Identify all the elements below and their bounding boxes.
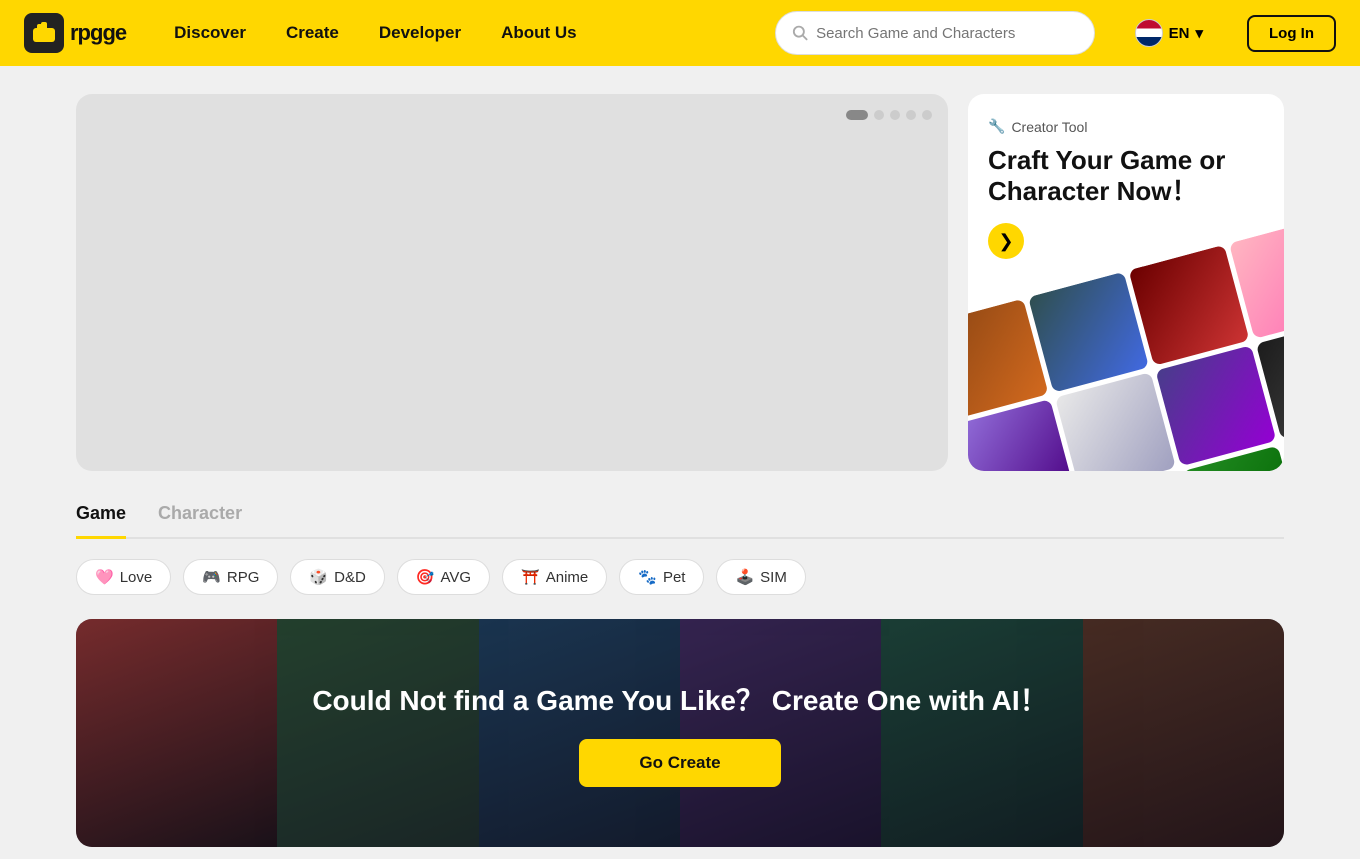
logo-icon bbox=[24, 13, 64, 53]
love-icon: 🩷 bbox=[95, 568, 114, 586]
tabs: Game Character bbox=[76, 503, 1284, 539]
creator-card: 🔧 Creator Tool Craft Your Game or Charac… bbox=[968, 94, 1284, 471]
carousel-dot-2[interactable] bbox=[874, 110, 884, 120]
nav-about[interactable]: About Us bbox=[501, 23, 577, 43]
logo[interactable]: rpgge bbox=[24, 13, 126, 53]
chip-avg[interactable]: 🎯 AVG bbox=[397, 559, 490, 595]
lang-selector[interactable]: EN ▾ bbox=[1135, 19, 1203, 47]
chip-label: Pet bbox=[663, 569, 686, 586]
navbar: rpgge Discover Create Developer About Us… bbox=[0, 0, 1360, 66]
chevron-down-icon: ▾ bbox=[1195, 24, 1203, 42]
creator-tool-label: 🔧 Creator Tool bbox=[988, 118, 1264, 135]
nav-discover[interactable]: Discover bbox=[174, 23, 246, 43]
pet-icon: 🐾 bbox=[638, 568, 657, 586]
creator-go-button[interactable]: ❯ bbox=[988, 223, 1024, 259]
wrench-icon: 🔧 bbox=[988, 118, 1005, 135]
banner-col-1 bbox=[76, 619, 277, 847]
tab-game[interactable]: Game bbox=[76, 503, 126, 539]
dnd-icon: 🎲 bbox=[309, 568, 328, 586]
grid-image bbox=[1155, 346, 1276, 467]
chip-anime[interactable]: ⛩️ Anime bbox=[502, 559, 607, 595]
search-bar bbox=[775, 11, 1095, 55]
carousel-dot-1[interactable] bbox=[846, 110, 868, 120]
tab-character[interactable]: Character bbox=[158, 503, 242, 539]
hero-section: 🔧 Creator Tool Craft Your Game or Charac… bbox=[76, 94, 1284, 471]
lang-label: EN bbox=[1169, 25, 1190, 42]
tabs-section: Game Character 🩷 Love 🎮 RPG 🎲 D&D 🎯 AVG … bbox=[76, 503, 1284, 595]
login-button[interactable]: Log In bbox=[1247, 15, 1336, 52]
chip-label: RPG bbox=[227, 569, 260, 586]
chip-pet[interactable]: 🐾 Pet bbox=[619, 559, 704, 595]
nav-create[interactable]: Create bbox=[286, 23, 339, 43]
nav-developer[interactable]: Developer bbox=[379, 23, 461, 43]
search-icon bbox=[792, 24, 808, 42]
chip-label: D&D bbox=[334, 569, 366, 586]
go-create-button[interactable]: Go Create bbox=[579, 739, 780, 787]
hero-carousel[interactable] bbox=[76, 94, 948, 471]
chip-label: AVG bbox=[440, 569, 471, 586]
carousel-dot-5[interactable] bbox=[922, 110, 932, 120]
chip-rpg[interactable]: 🎮 RPG bbox=[183, 559, 278, 595]
grid-image bbox=[1028, 272, 1149, 393]
search-input[interactable] bbox=[816, 25, 1078, 42]
chip-label: SIM bbox=[760, 569, 787, 586]
arrow-right-icon: ❯ bbox=[998, 231, 1013, 252]
logo-text: rpgge bbox=[70, 20, 126, 46]
avg-icon: 🎯 bbox=[416, 568, 435, 586]
flag-icon bbox=[1135, 19, 1163, 47]
main-content: 🔧 Creator Tool Craft Your Game or Charac… bbox=[60, 66, 1300, 847]
carousel-dot-3[interactable] bbox=[890, 110, 900, 120]
banner-col-6 bbox=[1083, 619, 1284, 847]
grid-image bbox=[1129, 245, 1250, 366]
sim-icon: 🕹️ bbox=[735, 568, 754, 586]
chip-label: Love bbox=[120, 569, 153, 586]
chip-love[interactable]: 🩷 Love bbox=[76, 559, 171, 595]
category-chips: 🩷 Love 🎮 RPG 🎲 D&D 🎯 AVG ⛩️ Anime 🐾 P bbox=[76, 559, 1284, 595]
banner-content: Could Not find a Game You Like？ Create O… bbox=[312, 679, 1047, 787]
banner-section: Could Not find a Game You Like？ Create O… bbox=[76, 619, 1284, 847]
banner-title: Could Not find a Game You Like？ Create O… bbox=[312, 679, 1047, 719]
anime-icon: ⛩️ bbox=[521, 568, 540, 586]
nav-links: Discover Create Developer About Us bbox=[174, 23, 743, 43]
creator-title: Craft Your Game or Character Now！ bbox=[988, 145, 1264, 207]
chip-dnd[interactable]: 🎲 D&D bbox=[290, 559, 384, 595]
carousel-dot-4[interactable] bbox=[906, 110, 916, 120]
chip-sim[interactable]: 🕹️ SIM bbox=[716, 559, 805, 595]
carousel-dots bbox=[846, 110, 932, 120]
chip-label: Anime bbox=[546, 569, 589, 586]
rpg-icon: 🎮 bbox=[202, 568, 221, 586]
